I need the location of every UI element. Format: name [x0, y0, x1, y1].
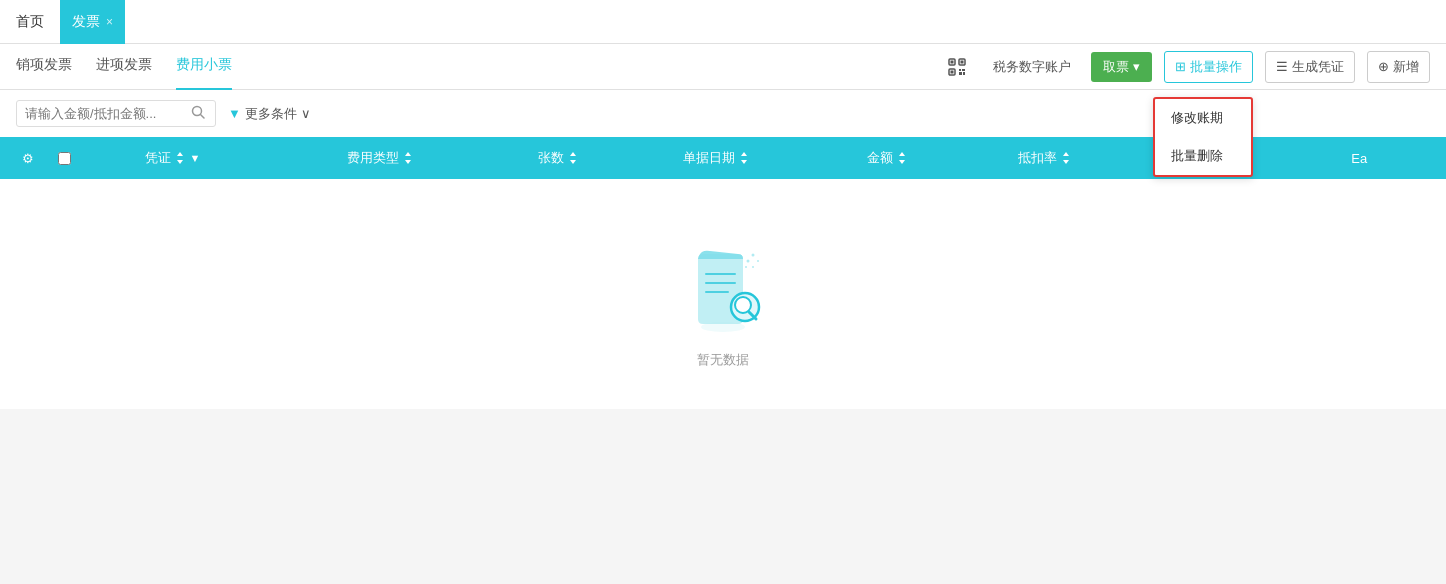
svg-line-11 [201, 115, 205, 119]
th-amount[interactable]: 金额 [808, 149, 965, 167]
th-deduct-rate[interactable]: 抵扣率 [966, 149, 1123, 167]
search-icon [191, 105, 205, 122]
batch-op-button[interactable]: ⊞ 批量操作 [1164, 51, 1253, 83]
tab-sales-invoice[interactable]: 销项发票 [16, 44, 72, 90]
invoice-tab-label: 发票 [72, 13, 100, 31]
svg-rect-7 [962, 69, 965, 71]
batch-op-label: 批量操作 [1190, 58, 1242, 76]
sort-icon-deduct-rate [1061, 150, 1071, 166]
th-count-label: 张数 [538, 149, 564, 167]
sort-icon-count [568, 150, 578, 166]
batch-op-wrap: ⊞ 批量操作 修改账期 批量删除 [1164, 51, 1253, 83]
home-nav-item[interactable]: 首页 [16, 13, 60, 31]
close-icon[interactable]: × [106, 15, 113, 29]
empty-state-text: 暂无数据 [697, 351, 749, 369]
svg-rect-9 [963, 72, 965, 75]
generate-voucher-label: 生成凭证 [1292, 58, 1344, 76]
sort-icon-date [739, 150, 749, 166]
batch-op-dropdown: 修改账期 批量删除 [1153, 97, 1253, 177]
sort-icon [175, 150, 185, 166]
svg-rect-3 [961, 60, 964, 63]
svg-rect-1 [951, 60, 954, 63]
th-date[interactable]: 单据日期 [623, 149, 809, 167]
th-count[interactable]: 张数 [494, 149, 623, 167]
search-wrap[interactable] [16, 100, 216, 127]
filter-icon: ▼ [228, 106, 241, 121]
th-extra: Ea [1281, 151, 1438, 166]
invoice-tab[interactable]: 发票 × [60, 0, 125, 44]
empty-state: 暂无数据 [0, 179, 1446, 409]
th-expense-type-label: 费用类型 [347, 149, 399, 167]
th-voucher[interactable]: 凭证 ▼ [80, 149, 266, 167]
more-conditions-label: 更多条件 [245, 105, 297, 123]
search-input[interactable] [25, 106, 185, 121]
gear-icon: ⚙ [22, 151, 34, 166]
more-conditions-button[interactable]: ▼ 更多条件 ∨ [228, 105, 311, 123]
batch-op-icon: ⊞ [1175, 59, 1186, 74]
generate-voucher-icon: ☰ [1276, 59, 1288, 74]
tax-account-button[interactable]: 税务数字账户 [985, 54, 1079, 80]
take-ticket-button[interactable]: 取票 ▾ [1091, 52, 1152, 82]
generate-voucher-button[interactable]: ☰ 生成凭证 [1265, 51, 1355, 83]
more-conditions-dropdown-icon: ∨ [301, 106, 311, 121]
svg-point-23 [745, 266, 747, 268]
sort-icon-amount [897, 150, 907, 166]
th-gear[interactable]: ⚙ [8, 151, 48, 166]
add-button[interactable]: ⊕ 新增 [1367, 51, 1430, 83]
svg-rect-8 [959, 72, 962, 75]
th-voucher-label: 凭证 [145, 149, 171, 167]
th-amount-label: 金额 [867, 149, 893, 167]
empty-state-icon [673, 239, 773, 339]
take-ticket-drop-icon: ▾ [1133, 59, 1140, 74]
svg-rect-6 [959, 69, 961, 71]
add-icon: ⊕ [1378, 59, 1389, 74]
sub-nav-tabs: 销项发票 进项发票 费用小票 [16, 44, 232, 90]
take-ticket-label: 取票 [1103, 58, 1129, 76]
batch-delete-item[interactable]: 批量删除 [1155, 137, 1251, 175]
svg-point-20 [752, 254, 755, 257]
select-all-checkbox[interactable] [58, 152, 71, 165]
th-check[interactable] [48, 152, 80, 165]
tab-input-invoice[interactable]: 进项发票 [96, 44, 152, 90]
modify-period-item[interactable]: 修改账期 [1155, 99, 1251, 137]
add-label: 新增 [1393, 58, 1419, 76]
tab-expense-receipt[interactable]: 费用小票 [176, 44, 232, 90]
th-extra-label: Ea [1351, 151, 1367, 166]
th-deduct-rate-label: 抵扣率 [1018, 149, 1057, 167]
qr-code-button[interactable] [941, 51, 973, 83]
sort-icon-expense [403, 150, 413, 166]
sub-nav-actions: 税务数字账户 取票 ▾ ⊞ 批量操作 修改账期 批量删除 ☰ 生成凭证 ⊕ 新增 [941, 51, 1430, 83]
sub-nav: 销项发票 进项发票 费用小票 税务数字账户 取票 ▾ [0, 44, 1446, 90]
th-expense-type[interactable]: 费用类型 [266, 149, 494, 167]
svg-rect-5 [951, 70, 954, 73]
svg-point-22 [752, 266, 754, 268]
svg-point-19 [747, 260, 750, 263]
svg-point-21 [757, 260, 759, 262]
top-nav: 首页 发票 × [0, 0, 1446, 44]
qr-code-icon [947, 57, 967, 77]
th-voucher-filter-icon: ▼ [189, 152, 200, 164]
th-date-label: 单据日期 [683, 149, 735, 167]
